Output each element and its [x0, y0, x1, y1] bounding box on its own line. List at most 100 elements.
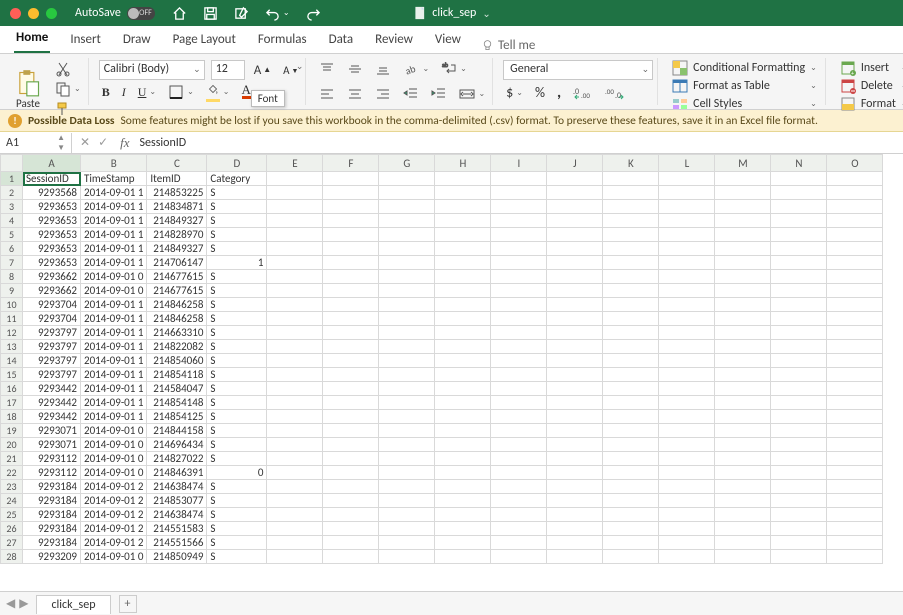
- cell[interactable]: [771, 172, 827, 186]
- formula-input[interactable]: SessionID: [134, 136, 903, 150]
- tab-draw[interactable]: Draw: [121, 26, 153, 53]
- cell[interactable]: [827, 214, 883, 228]
- cell[interactable]: [267, 396, 323, 410]
- cell[interactable]: [827, 508, 883, 522]
- cell[interactable]: SessionID: [23, 172, 81, 186]
- cell[interactable]: 9293184: [23, 508, 81, 522]
- chevron-down-icon[interactable]: ⌄: [482, 7, 490, 20]
- cell[interactable]: [435, 242, 491, 256]
- cell[interactable]: 9293184: [23, 480, 81, 494]
- window-zoom[interactable]: [46, 8, 57, 19]
- row-header[interactable]: 28: [1, 550, 23, 564]
- cell[interactable]: [491, 242, 547, 256]
- cell[interactable]: [603, 536, 659, 550]
- cell[interactable]: [659, 200, 715, 214]
- cell[interactable]: [715, 410, 771, 424]
- cell[interactable]: 214828970: [147, 228, 207, 242]
- cell[interactable]: [715, 284, 771, 298]
- cell[interactable]: 2014-09-01 0: [81, 424, 147, 438]
- cell[interactable]: [659, 172, 715, 186]
- cell[interactable]: [323, 522, 379, 536]
- cell[interactable]: [435, 172, 491, 186]
- cell[interactable]: 214677615: [147, 270, 207, 284]
- cell[interactable]: 2014-09-01 1: [81, 368, 147, 382]
- cell[interactable]: [771, 368, 827, 382]
- cell[interactable]: 214853077: [147, 494, 207, 508]
- cell[interactable]: [603, 228, 659, 242]
- cell[interactable]: [659, 284, 715, 298]
- cell[interactable]: [323, 200, 379, 214]
- cell[interactable]: 2014-09-01 0: [81, 466, 147, 480]
- cell[interactable]: 9293653: [23, 228, 81, 242]
- cell[interactable]: [547, 410, 603, 424]
- cell[interactable]: S: [207, 424, 267, 438]
- cell[interactable]: S: [207, 242, 267, 256]
- cell[interactable]: [659, 438, 715, 452]
- cell[interactable]: [547, 354, 603, 368]
- cell[interactable]: [715, 270, 771, 284]
- cell[interactable]: [659, 410, 715, 424]
- edit-icon[interactable]: [231, 5, 252, 22]
- cell[interactable]: [491, 172, 547, 186]
- cell[interactable]: 2014-09-01 0: [81, 452, 147, 466]
- cell[interactable]: [323, 340, 379, 354]
- row-header[interactable]: 3: [1, 200, 23, 214]
- cell[interactable]: 9293653: [23, 214, 81, 228]
- cell[interactable]: [267, 172, 323, 186]
- row-header[interactable]: 24: [1, 494, 23, 508]
- cell[interactable]: [323, 298, 379, 312]
- cell[interactable]: [267, 438, 323, 452]
- cell[interactable]: [827, 396, 883, 410]
- cell[interactable]: [323, 382, 379, 396]
- cell[interactable]: [659, 326, 715, 340]
- cell[interactable]: [771, 242, 827, 256]
- cell[interactable]: [323, 270, 379, 284]
- cell[interactable]: 9293112: [23, 452, 81, 466]
- cell[interactable]: 214677615: [147, 284, 207, 298]
- cell[interactable]: [267, 368, 323, 382]
- cell[interactable]: [379, 550, 435, 564]
- number-format-select[interactable]: General⌄: [503, 60, 653, 80]
- cell[interactable]: [715, 172, 771, 186]
- cell[interactable]: [379, 312, 435, 326]
- cell[interactable]: [827, 522, 883, 536]
- cell[interactable]: [267, 200, 323, 214]
- tab-home[interactable]: Home: [14, 24, 50, 53]
- cell[interactable]: [603, 466, 659, 480]
- cell[interactable]: [715, 494, 771, 508]
- align-right-icon[interactable]: [372, 85, 394, 103]
- cell[interactable]: [603, 242, 659, 256]
- cell[interactable]: 9293797: [23, 326, 81, 340]
- cell[interactable]: 214854148: [147, 396, 207, 410]
- cell[interactable]: [827, 354, 883, 368]
- cell[interactable]: [603, 368, 659, 382]
- cell[interactable]: [379, 200, 435, 214]
- cell[interactable]: 2014-09-01 2: [81, 536, 147, 550]
- cell[interactable]: 2014-09-01 1: [81, 228, 147, 242]
- cell[interactable]: 9293184: [23, 494, 81, 508]
- border-button[interactable]: ⌄: [165, 83, 197, 101]
- cell[interactable]: 214551583: [147, 522, 207, 536]
- cell[interactable]: [715, 480, 771, 494]
- cell[interactable]: [323, 452, 379, 466]
- cell[interactable]: [435, 494, 491, 508]
- cell[interactable]: [827, 242, 883, 256]
- cell[interactable]: [435, 452, 491, 466]
- cell[interactable]: [715, 186, 771, 200]
- cell[interactable]: S: [207, 284, 267, 298]
- cell[interactable]: S: [207, 396, 267, 410]
- cell[interactable]: [491, 522, 547, 536]
- cell[interactable]: [827, 424, 883, 438]
- cell[interactable]: 214696434: [147, 438, 207, 452]
- cell[interactable]: [491, 410, 547, 424]
- cell[interactable]: [827, 466, 883, 480]
- col-header[interactable]: C: [147, 155, 207, 172]
- cell[interactable]: 2014-09-01 2: [81, 522, 147, 536]
- cell[interactable]: [603, 312, 659, 326]
- cell[interactable]: [715, 508, 771, 522]
- cell[interactable]: 9293797: [23, 340, 81, 354]
- conditional-formatting-button[interactable]: Conditional Formatting⌄: [668, 60, 821, 76]
- window-close[interactable]: [10, 8, 21, 19]
- col-header[interactable]: I: [491, 155, 547, 172]
- cell[interactable]: [827, 480, 883, 494]
